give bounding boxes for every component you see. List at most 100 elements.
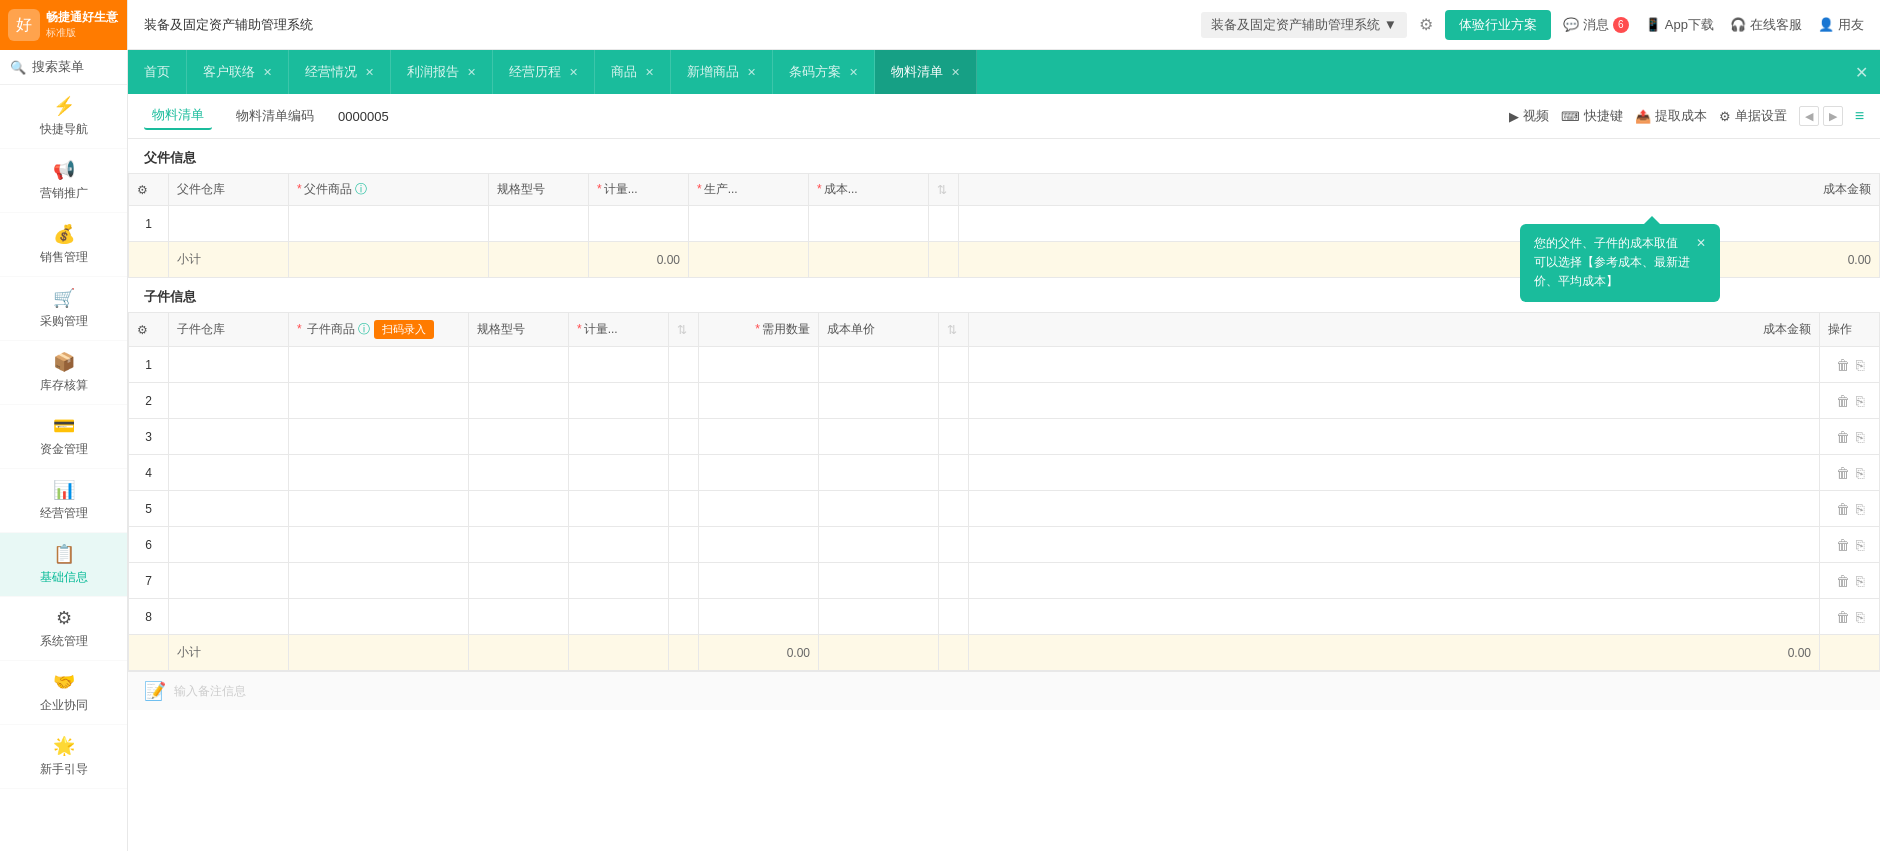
tab-ops-close[interactable]: ✕ [365,66,374,79]
sidebar-item-enterprise[interactable]: 🤝 企业协同 [0,661,127,725]
sidebar-item-finance[interactable]: 💳 资金管理 [0,405,127,469]
delete-icon[interactable]: 🗑 [1836,501,1850,517]
parent-product-cell[interactable] [289,206,489,242]
child-unit-cost-cell[interactable] [819,491,939,527]
sidebar-item-operations[interactable]: 📊 经营管理 [0,469,127,533]
child-warehouse-cell[interactable] [169,491,289,527]
child-product-cell[interactable] [289,347,469,383]
extract-cost-btn[interactable]: 📤 提取成本 [1635,107,1707,125]
child-qty-cell[interactable] [699,419,819,455]
child-qty-cell[interactable] [699,491,819,527]
child-measure-cell[interactable] [569,455,669,491]
child-unit-cost-cell[interactable] [819,599,939,635]
tab-customers[interactable]: 客户联络 ✕ [187,50,289,94]
copy-icon[interactable]: ⎘ [1856,501,1864,517]
app-download-btn[interactable]: 📱 App下载 [1645,16,1714,34]
child-warehouse-cell[interactable] [169,563,289,599]
parent-production-cell[interactable] [689,206,809,242]
tab-new-product[interactable]: 新增商品 ✕ [671,50,773,94]
sub-tab-bom-code[interactable]: 物料清单编码 [228,103,322,129]
child-product-cell[interactable] [289,527,469,563]
copy-icon[interactable]: ⎘ [1856,573,1864,589]
copy-icon[interactable]: ⎘ [1856,429,1864,445]
system-dropdown-btn[interactable]: 装备及固定资产辅助管理系统 ▼ [1201,12,1407,38]
tab-profit-close[interactable]: ✕ [467,66,476,79]
tooltip-close-btn[interactable]: ✕ [1696,234,1706,253]
delete-icon[interactable]: 🗑 [1836,357,1850,373]
sidebar-item-marketing[interactable]: 📢 营销推广 [0,149,127,213]
child-qty-cell[interactable] [699,383,819,419]
child-spec-cell[interactable] [469,455,569,491]
sidebar-item-purchase[interactable]: 🛒 采购管理 [0,277,127,341]
tab-customers-close[interactable]: ✕ [263,66,272,79]
parent-warehouse-cell[interactable] [169,206,289,242]
tab-operations-history[interactable]: 经营历程 ✕ [493,50,595,94]
child-qty-cell[interactable] [699,599,819,635]
child-spec-cell[interactable] [469,599,569,635]
child-product-cell[interactable] [289,491,469,527]
sidebar-item-inventory[interactable]: 📦 库存核算 [0,341,127,405]
child-spec-cell[interactable] [469,563,569,599]
child-qty-cell[interactable] [699,563,819,599]
close-all-tabs-btn[interactable]: ✕ [1843,63,1880,82]
child-col-settings[interactable]: ⚙ [129,313,169,347]
next-arrow[interactable]: ▶ [1823,106,1843,126]
delete-icon[interactable]: 🗑 [1836,609,1850,625]
child-spec-cell[interactable] [469,527,569,563]
child-measure-cell[interactable] [569,527,669,563]
child-measure-cell[interactable] [569,347,669,383]
copy-icon[interactable]: ⎘ [1856,465,1864,481]
child-measure-cell[interactable] [569,491,669,527]
child-warehouse-cell[interactable] [169,347,289,383]
child-qty-cell[interactable] [699,527,819,563]
user-btn[interactable]: 👤 用友 [1818,16,1864,34]
view-video-btn[interactable]: ▶ 视频 [1509,107,1549,125]
sidebar-item-sales[interactable]: 💰 销售管理 [0,213,127,277]
child-measure-cell[interactable] [569,419,669,455]
child-warehouse-cell[interactable] [169,455,289,491]
child-measure-cell[interactable] [569,383,669,419]
online-service-btn[interactable]: 🎧 在线客服 [1730,16,1802,34]
child-product-cell[interactable] [289,419,469,455]
tab-bom[interactable]: 物料清单 ✕ [875,50,977,94]
sidebar-item-basic[interactable]: 📋 基础信息 [0,533,127,597]
child-measure-cell[interactable] [569,563,669,599]
copy-icon[interactable]: ⎘ [1856,609,1864,625]
shortcut-btn[interactable]: ⌨ 快捷键 [1561,107,1623,125]
tab-barcode[interactable]: 条码方案 ✕ [773,50,875,94]
tab-products-close[interactable]: ✕ [645,66,654,79]
copy-icon[interactable]: ⎘ [1856,393,1864,409]
parent-spec-cell[interactable] [489,206,589,242]
child-product-cell[interactable] [289,599,469,635]
child-warehouse-cell[interactable] [169,527,289,563]
sidebar-item-system[interactable]: ⚙ 系统管理 [0,597,127,661]
child-spec-cell[interactable] [469,383,569,419]
child-qty-cell[interactable] [699,347,819,383]
parent-col-settings[interactable]: ⚙ [129,174,169,206]
delete-icon[interactable]: 🗑 [1836,573,1850,589]
child-product-cell[interactable] [289,563,469,599]
child-unit-cost-cell[interactable] [819,455,939,491]
tab-home[interactable]: 首页 [128,50,187,94]
child-unit-cost-cell[interactable] [819,563,939,599]
child-spec-cell[interactable] [469,419,569,455]
delete-icon[interactable]: 🗑 [1836,393,1850,409]
copy-icon[interactable]: ⎘ [1856,537,1864,553]
tab-operations-status[interactable]: 经营情况 ✕ [289,50,391,94]
child-unit-cost-cell[interactable] [819,527,939,563]
child-product-cell[interactable] [289,383,469,419]
copy-icon[interactable]: ⎘ [1856,357,1864,373]
child-unit-cost-cell[interactable] [819,347,939,383]
child-qty-cell[interactable] [699,455,819,491]
sub-tab-bom-list[interactable]: 物料清单 [144,102,212,130]
child-unit-cost-cell[interactable] [819,419,939,455]
single-settings-btn[interactable]: ⚙ 单据设置 [1719,107,1787,125]
prev-arrow[interactable]: ◀ [1799,106,1819,126]
child-unit-cost-cell[interactable] [819,383,939,419]
messages-btn[interactable]: 💬 消息 6 [1563,16,1629,34]
tab-products[interactable]: 商品 ✕ [595,50,671,94]
delete-icon[interactable]: 🗑 [1836,429,1850,445]
delete-icon[interactable]: 🗑 [1836,465,1850,481]
sidebar-item-quick-nav[interactable]: ⚡ 快捷导航 [0,85,127,149]
child-warehouse-cell[interactable] [169,383,289,419]
